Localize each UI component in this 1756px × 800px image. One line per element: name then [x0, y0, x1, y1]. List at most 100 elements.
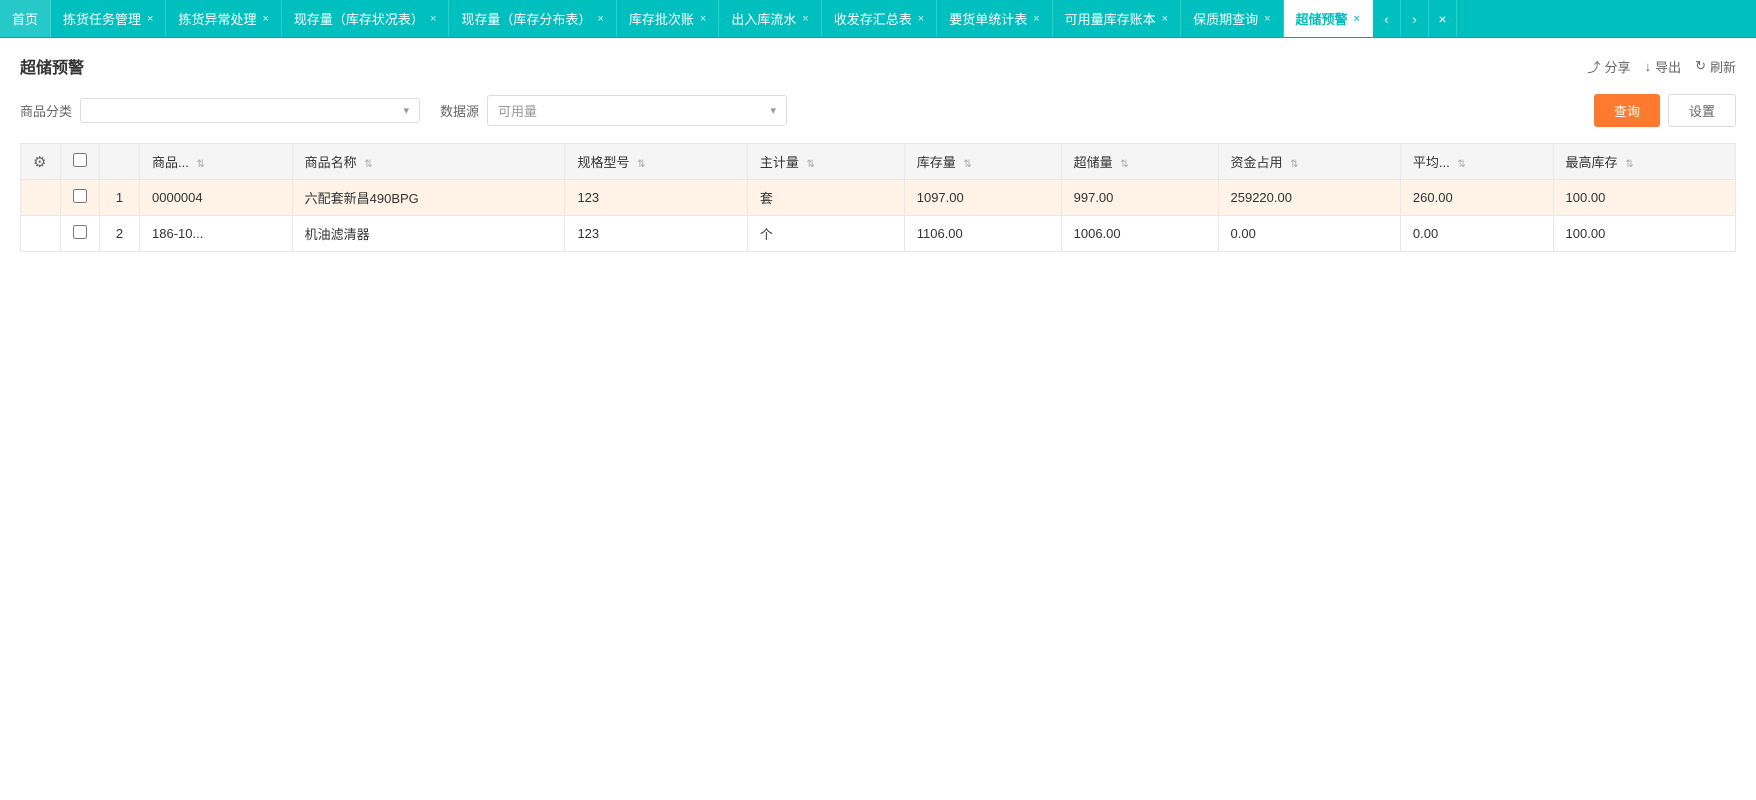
sort-icon-stock: ⇅ [963, 159, 971, 170]
nav-item-task[interactable]: 拣货任务管理 × [51, 0, 166, 37]
nav-close-stock2[interactable]: × [597, 13, 603, 25]
row2-checkbox[interactable] [73, 225, 87, 239]
sort-icon-capital: ⇅ [1290, 159, 1298, 170]
sort-icon-avg: ⇅ [1457, 159, 1465, 170]
col-header-avg[interactable]: 平均... ⇅ [1400, 144, 1553, 180]
datasource-label: 数据源 [440, 101, 479, 120]
nav-item-home[interactable]: 首页 [0, 0, 51, 37]
nav-close-exception[interactable]: × [262, 13, 268, 25]
nav-close-overstock[interactable]: × [1354, 13, 1360, 25]
nav-label-stock2: 现存量（库存分布表） [461, 9, 591, 28]
row2-capital: 0.00 [1218, 216, 1400, 252]
nav-item-batch[interactable]: 库存批次账 × [617, 0, 719, 37]
row1-settings [21, 180, 61, 216]
filter-row: 商品分类 ▾ 数据源 可用量 ▾ 查询 设置 [20, 94, 1736, 127]
col-header-capital[interactable]: 资金占用 ⇅ [1218, 144, 1400, 180]
col-header-max-stock[interactable]: 最高库存 ⇅ [1553, 144, 1735, 180]
nav-label-task: 拣货任务管理 [63, 9, 141, 28]
nav-label-overstock: 超储预警 [1296, 9, 1348, 28]
col-label-overstock: 超储量 [1074, 155, 1113, 170]
action-buttons: 查询 设置 [1594, 94, 1736, 127]
refresh-icon: ↻ [1695, 58, 1706, 74]
nav-item-available[interactable]: 可用量库存账本 × [1053, 0, 1181, 37]
nav-close-available[interactable]: × [1162, 13, 1168, 25]
settings-gear-icon[interactable]: ⚙ [33, 154, 46, 171]
row2-settings [21, 216, 61, 252]
nav-label-summary: 收发存汇总表 [834, 9, 912, 28]
col-select-all[interactable] [61, 144, 100, 180]
col-header-num [100, 144, 140, 180]
col-label-avg: 平均... [1413, 155, 1450, 170]
table-row: 2 186-10... 机油滤清器 123 个 1106.00 1006.00 … [21, 216, 1736, 252]
col-label-product-name: 商品名称 [305, 155, 357, 170]
nav-arrow-left[interactable]: ‹ [1373, 0, 1401, 37]
nav-close-batch[interactable]: × [700, 13, 706, 25]
col-label-stock: 库存量 [917, 155, 956, 170]
category-select[interactable]: ▾ [80, 98, 420, 123]
sort-icon-spec: ⇅ [637, 159, 645, 170]
nav-arrow-more[interactable]: × [1429, 0, 1457, 37]
sort-icon-product-name: ⇅ [364, 159, 372, 170]
col-header-product-code[interactable]: 商品... ⇅ [140, 144, 293, 180]
nav-item-stock2[interactable]: 现存量（库存分布表） × [449, 0, 616, 37]
category-label: 商品分类 [20, 101, 72, 120]
col-label-spec: 规格型号 [577, 155, 629, 170]
row2-product-code: 186-10... [140, 216, 293, 252]
nav-close-task[interactable]: × [147, 13, 153, 25]
row1-product-name: 六配套新昌490BPG [292, 180, 565, 216]
nav-item-expiry[interactable]: 保质期查询 × [1181, 0, 1283, 37]
sort-icon-overstock: ⇅ [1120, 159, 1128, 170]
row1-max-stock: 100.00 [1553, 180, 1735, 216]
nav-label-stock1: 现存量（库存状况表） [294, 9, 424, 28]
table-row: 1 0000004 六配套新昌490BPG 123 套 1097.00 997.… [21, 180, 1736, 216]
select-all-checkbox[interactable] [73, 153, 87, 167]
row1-overstock: 997.00 [1061, 180, 1218, 216]
nav-item-stock1[interactable]: 现存量（库存状况表） × [282, 0, 449, 37]
row1-capital: 259220.00 [1218, 180, 1400, 216]
export-button[interactable]: ↓ 导出 [1645, 57, 1682, 76]
sort-icon-unit: ⇅ [806, 159, 814, 170]
datasource-select[interactable]: 可用量 ▾ [487, 95, 787, 126]
category-filter-group: 商品分类 ▾ [20, 98, 420, 123]
share-button[interactable]: ⤴ 分享 [1588, 57, 1631, 76]
col-label-product-code: 商品... [152, 155, 189, 170]
table-header-row: ⚙ 商品... ⇅ 商品名称 ⇅ 规格型号 ⇅ [21, 144, 1736, 180]
nav-item-exception[interactable]: 拣货异常处理 × [166, 0, 281, 37]
nav-item-overstock[interactable]: 超储预警 × [1284, 0, 1373, 37]
nav-close-stock1[interactable]: × [430, 13, 436, 25]
row2-spec: 123 [565, 216, 747, 252]
col-label-max-stock: 最高库存 [1566, 155, 1618, 170]
nav-close-order-stats[interactable]: × [1033, 13, 1039, 25]
share-icon: ⤴ [1588, 57, 1601, 76]
nav-item-flow[interactable]: 出入库流水 × [719, 0, 821, 37]
row2-unit: 个 [747, 216, 904, 252]
col-label-capital: 资金占用 [1231, 155, 1283, 170]
col-header-product-name[interactable]: 商品名称 ⇅ [292, 144, 565, 180]
nav-close-summary[interactable]: × [918, 13, 924, 25]
query-button[interactable]: 查询 [1594, 94, 1660, 127]
col-header-unit[interactable]: 主计量 ⇅ [747, 144, 904, 180]
row1-checkbox[interactable] [73, 189, 87, 203]
row2-checkbox-cell[interactable] [61, 216, 100, 252]
nav-close-expiry[interactable]: × [1264, 13, 1270, 25]
page-content: 超储预警 ⤴ 分享 ↓ 导出 ↻ 刷新 商品分类 ▾ 数据源 [0, 38, 1756, 800]
row1-checkbox-cell[interactable] [61, 180, 100, 216]
col-settings[interactable]: ⚙ [21, 144, 61, 180]
nav-item-order-stats[interactable]: 要货单统计表 × [937, 0, 1052, 37]
row2-overstock: 1006.00 [1061, 216, 1218, 252]
row1-spec: 123 [565, 180, 747, 216]
row2-product-name: 机油滤清器 [292, 216, 565, 252]
row1-avg: 260.00 [1400, 180, 1553, 216]
sort-icon-product-code: ⇅ [196, 159, 204, 170]
col-header-stock[interactable]: 库存量 ⇅ [904, 144, 1061, 180]
nav-item-summary[interactable]: 收发存汇总表 × [822, 0, 937, 37]
refresh-button[interactable]: ↻ 刷新 [1695, 57, 1736, 76]
nav-arrow-right[interactable]: › [1401, 0, 1429, 37]
settings-button[interactable]: 设置 [1668, 94, 1736, 127]
nav-close-flow[interactable]: × [802, 13, 808, 25]
col-header-spec[interactable]: 规格型号 ⇅ [565, 144, 747, 180]
datasource-filter-group: 数据源 可用量 ▾ [440, 95, 787, 126]
col-header-overstock[interactable]: 超储量 ⇅ [1061, 144, 1218, 180]
row2-num: 2 [100, 216, 140, 252]
nav-label-flow: 出入库流水 [731, 9, 796, 28]
